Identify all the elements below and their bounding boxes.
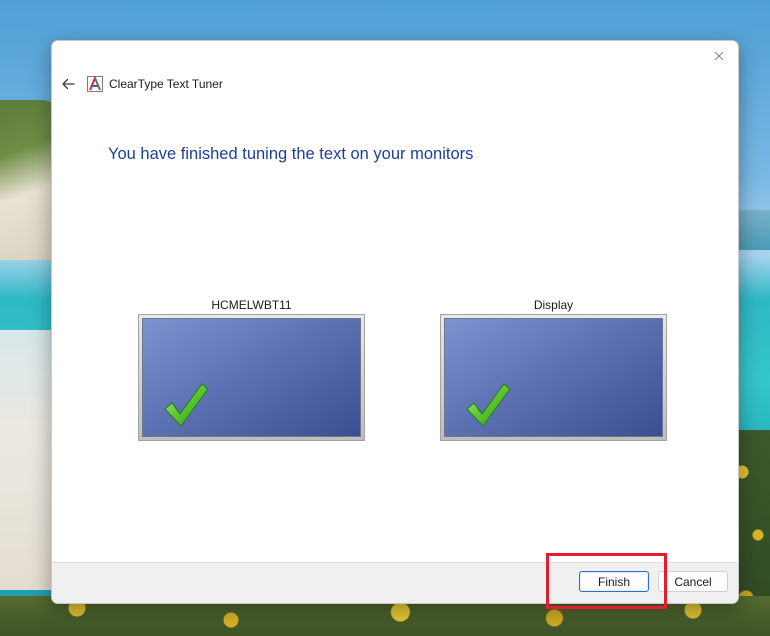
checkmark-icon xyxy=(164,383,209,427)
arrow-left-icon xyxy=(62,78,75,90)
dialog-footer: Finish Cancel xyxy=(52,562,738,603)
back-button[interactable] xyxy=(58,74,78,94)
close-button[interactable] xyxy=(708,45,730,67)
checkmark-icon xyxy=(466,383,511,427)
monitor-frame xyxy=(440,314,667,441)
monitor-screen xyxy=(444,318,663,437)
monitor-label: HCMELWBT11 xyxy=(211,298,292,312)
cancel-button[interactable]: Cancel xyxy=(658,571,728,592)
window-title: ClearType Text Tuner xyxy=(109,77,223,91)
monitor-1: HCMELWBT11 xyxy=(138,296,365,441)
monitor-label: Display xyxy=(533,298,574,312)
page-heading: You have finished tuning the text on you… xyxy=(108,145,474,163)
title-bar: ClearType Text Tuner xyxy=(58,73,223,95)
cleartype-app-icon xyxy=(87,76,103,92)
monitor-frame xyxy=(138,314,365,441)
close-icon xyxy=(714,51,724,61)
cleartype-dialog: ClearType Text Tuner You have finished t… xyxy=(51,40,739,604)
finish-button[interactable]: Finish xyxy=(579,571,649,592)
monitor-screen xyxy=(142,318,361,437)
monitor-2: Display xyxy=(440,296,667,441)
